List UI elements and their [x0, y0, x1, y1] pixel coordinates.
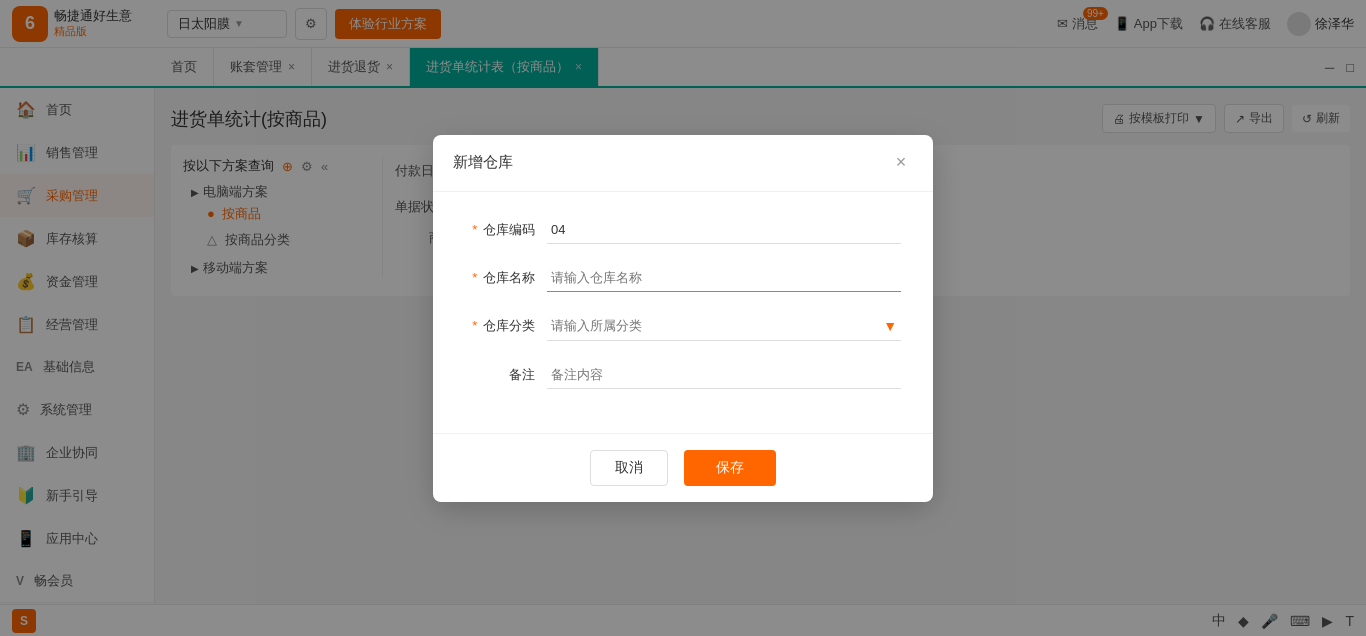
- form-row-code: * 仓库编码: [465, 216, 901, 244]
- remark-input[interactable]: [547, 361, 901, 389]
- warehouse-name-input[interactable]: [547, 264, 901, 292]
- remark-label: 备注: [465, 366, 535, 384]
- modal-body: * 仓库编码 * 仓库名称 * 仓库分类: [433, 192, 933, 433]
- code-label: * 仓库编码: [465, 221, 535, 239]
- cancel-button[interactable]: 取消: [590, 450, 668, 486]
- category-label: * 仓库分类: [465, 317, 535, 335]
- form-row-remark: 备注: [465, 361, 901, 389]
- modal-overlay[interactable]: 新增仓库 × * 仓库编码 * 仓库名称: [0, 0, 1366, 636]
- category-select-wrap[interactable]: ▼: [547, 312, 901, 341]
- modal-title: 新增仓库: [453, 153, 513, 172]
- category-dropdown-arrow: ▼: [883, 318, 897, 334]
- required-star-name: *: [472, 270, 477, 285]
- modal-header: 新增仓库 ×: [433, 135, 933, 192]
- form-row-category: * 仓库分类 ▼: [465, 312, 901, 341]
- new-warehouse-modal: 新增仓库 × * 仓库编码 * 仓库名称: [433, 135, 933, 502]
- modal-close-button[interactable]: ×: [889, 151, 913, 175]
- modal-footer: 取消 保存: [433, 433, 933, 502]
- required-star-code: *: [472, 222, 477, 237]
- save-button[interactable]: 保存: [684, 450, 776, 486]
- name-label: * 仓库名称: [465, 269, 535, 287]
- form-row-name: * 仓库名称: [465, 264, 901, 292]
- required-star-category: *: [472, 318, 477, 333]
- category-select-input[interactable]: [551, 318, 883, 333]
- warehouse-code-input[interactable]: [547, 216, 901, 244]
